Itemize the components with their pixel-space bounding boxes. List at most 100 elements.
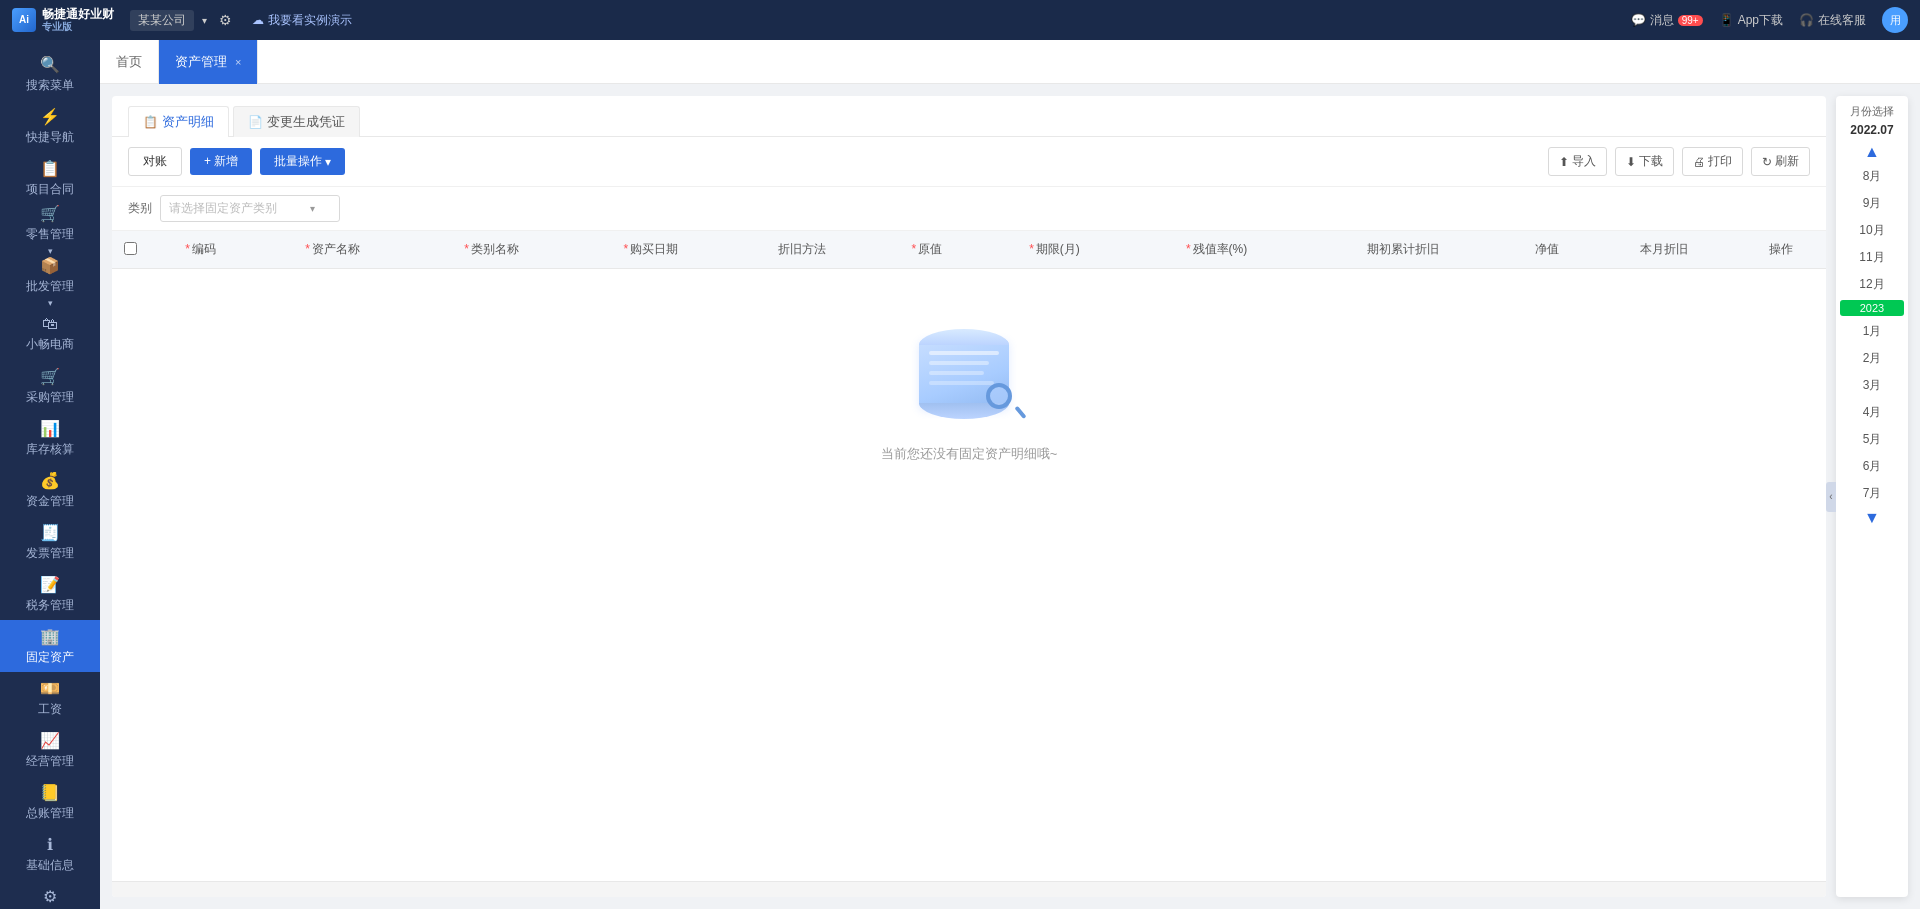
online-service-button[interactable]: 🎧 在线客服 <box>1799 12 1866 29</box>
settings-icon[interactable]: ⚙ <box>219 12 232 28</box>
demo-text: 我要看实例演示 <box>268 12 352 29</box>
sidebar-item-ecommerce[interactable]: 🛍 小畅电商 <box>0 308 100 360</box>
month-item-6[interactable]: 6月 <box>1840 453 1904 480</box>
xinzeng-button[interactable]: + 新增 <box>190 148 252 175</box>
wholesale-icon: 📦 <box>40 256 60 275</box>
toolbar-right: ⬆ 导入 ⬇ 下载 🖨 打印 ↻ 刷新 <box>1548 147 1810 176</box>
sidebar-item-inventory[interactable]: 📊 库存核算 <box>0 412 100 464</box>
month-item-2[interactable]: 2月 <box>1840 345 1904 372</box>
sidebar-label-salary: 工资 <box>38 701 62 718</box>
th-category: *类别名称 <box>412 231 571 269</box>
change-voucher-icon: 📄 <box>248 115 263 129</box>
user-avatar[interactable]: 用 <box>1882 7 1908 33</box>
company-selector[interactable]: 某某公司 <box>130 10 194 31</box>
app-download-button[interactable]: 📱 App下载 <box>1719 12 1783 29</box>
sidebar-item-tax[interactable]: 📝 税务管理 <box>0 568 100 620</box>
sidebar-item-invoice[interactable]: 🧾 发票管理 <box>0 516 100 568</box>
phone-icon: 📱 <box>1719 13 1734 27</box>
sidebar-item-search[interactable]: 🔍 搜索菜单 <box>0 48 100 100</box>
empty-illustration <box>909 329 1029 429</box>
bottom-scrollbar[interactable] <box>112 881 1826 897</box>
main-layout: 🔍 搜索菜单 ⚡ 快捷导航 📋 项目合同 🛒 零售管理 ▾ 📦 批发管理 ▾ 🛍… <box>0 40 1920 909</box>
duizhang-button[interactable]: 对账 <box>128 147 182 176</box>
category-select-placeholder: 请选择固定资产类别 <box>169 200 277 217</box>
sidebar-item-quick-nav[interactable]: ⚡ 快捷导航 <box>0 100 100 152</box>
sidebar-item-general-ledger[interactable]: 📒 总账管理 <box>0 776 100 828</box>
th-purchase-date: *购买日期 <box>571 231 730 269</box>
sidebar-item-basic-info[interactable]: ℹ 基础信息 <box>0 828 100 880</box>
month-panel-toggle[interactable]: ‹ <box>1826 482 1836 512</box>
nav-tabs: 首页 资产管理 × <box>100 40 1920 84</box>
sidebar-label-invoice: 发票管理 <box>26 545 74 562</box>
tab-asset-management[interactable]: 资产管理 × <box>159 40 258 84</box>
quick-nav-icon: ⚡ <box>40 107 60 126</box>
app-logo: Ai 畅捷通好业财 专业版 <box>12 7 114 33</box>
sidebar-label-general-ledger: 总账管理 <box>26 805 74 822</box>
sub-tabs: 📋 资产明细 📄 变更生成凭证 <box>112 96 1826 137</box>
tab-close-icon[interactable]: × <box>235 56 241 68</box>
download-button[interactable]: ⬇ 下载 <box>1615 147 1674 176</box>
download-icon: ⬇ <box>1626 155 1636 169</box>
operations-icon: 📈 <box>40 731 60 750</box>
download-label: 下载 <box>1639 153 1663 170</box>
message-icon: 💬 <box>1631 13 1646 27</box>
th-code: *编码 <box>148 231 253 269</box>
piliang-button[interactable]: 批量操作 ▾ <box>260 148 345 175</box>
select-all-checkbox[interactable] <box>124 242 137 255</box>
system-icon: ⚙ <box>43 887 57 906</box>
refresh-label: 刷新 <box>1775 153 1799 170</box>
month-item-5[interactable]: 5月 <box>1840 426 1904 453</box>
company-dropdown-icon[interactable]: ▾ <box>202 15 207 26</box>
subtab-asset-detail-label: 资产明细 <box>162 113 214 131</box>
sidebar-item-salary[interactable]: 💴 工资 <box>0 672 100 724</box>
tab-home[interactable]: 首页 <box>100 40 159 84</box>
sidebar-item-wholesale[interactable]: 📦 批发管理 ▾ <box>0 256 100 308</box>
headset-icon: 🎧 <box>1799 13 1814 27</box>
month-item-11[interactable]: 11月 <box>1840 244 1904 271</box>
month-item-3[interactable]: 3月 <box>1840 372 1904 399</box>
th-depreciation: 折旧方法 <box>730 231 874 269</box>
refresh-button[interactable]: ↻ 刷新 <box>1751 147 1810 176</box>
sidebar-item-retail[interactable]: 🛒 零售管理 ▾ <box>0 204 100 256</box>
month-down-nav[interactable]: ▼ <box>1862 507 1882 529</box>
th-operation: 操作 <box>1736 231 1826 269</box>
empty-text: 当前您还没有固定资产明细哦~ <box>881 445 1058 463</box>
month-item-10[interactable]: 10月 <box>1840 217 1904 244</box>
sidebar-label-purchase: 采购管理 <box>26 389 74 406</box>
basic-info-icon: ℹ <box>47 835 53 854</box>
demo-link[interactable]: ☁ 我要看实例演示 <box>252 12 352 29</box>
th-residual-rate: *残值率(%) <box>1130 231 1304 269</box>
sidebar-label-quick-nav: 快捷导航 <box>26 129 74 146</box>
import-button[interactable]: ⬆ 导入 <box>1548 147 1607 176</box>
print-button[interactable]: 🖨 打印 <box>1682 147 1743 176</box>
general-ledger-icon: 📒 <box>40 783 60 802</box>
category-select[interactable]: 请选择固定资产类别 ▾ <box>160 195 340 222</box>
piliang-label: 批量操作 <box>274 153 322 170</box>
month-item-4[interactable]: 4月 <box>1840 399 1904 426</box>
month-item-7[interactable]: 7月 <box>1840 480 1904 507</box>
sidebar-item-finance[interactable]: 💰 资金管理 <box>0 464 100 516</box>
import-label: 导入 <box>1572 153 1596 170</box>
month-up-nav[interactable]: ▲ <box>1862 141 1882 163</box>
piliang-arrow: ▾ <box>325 155 331 169</box>
subtab-change-voucher[interactable]: 📄 变更生成凭证 <box>233 106 360 137</box>
th-period: *期限(月) <box>979 231 1129 269</box>
top-bar: Ai 畅捷通好业财 专业版 某某公司 ▾ ⚙ ☁ 我要看实例演示 💬 消息 99… <box>0 0 1920 40</box>
month-item-9[interactable]: 9月 <box>1840 190 1904 217</box>
invoice-icon: 🧾 <box>40 523 60 542</box>
sidebar-item-purchase[interactable]: 🛒 采购管理 <box>0 360 100 412</box>
sidebar-item-assets[interactable]: 🏢 固定资产 <box>0 620 100 672</box>
sidebar-item-operations[interactable]: 📈 经营管理 <box>0 724 100 776</box>
purchase-icon: 🛒 <box>40 367 60 386</box>
month-item-1[interactable]: 1月 <box>1840 318 1904 345</box>
app-title: 畅捷通好业财 <box>42 7 114 21</box>
month-item-12[interactable]: 12月 <box>1840 271 1904 298</box>
message-button[interactable]: 💬 消息 99+ <box>1631 12 1703 29</box>
empty-state: 当前您还没有固定资产明细哦~ <box>112 269 1826 523</box>
sidebar-item-project[interactable]: 📋 项目合同 <box>0 152 100 204</box>
subtab-asset-detail[interactable]: 📋 资产明细 <box>128 106 229 137</box>
month-panel: ‹ 月份选择 2022.07 ▲ 8月 9月 10月 11月 12月 2023 … <box>1836 96 1908 897</box>
month-panel-year-2022: 2022.07 <box>1850 123 1893 137</box>
month-item-8[interactable]: 8月 <box>1840 163 1904 190</box>
sidebar-item-system[interactable]: ⚙ 系统管理 <box>0 880 100 909</box>
